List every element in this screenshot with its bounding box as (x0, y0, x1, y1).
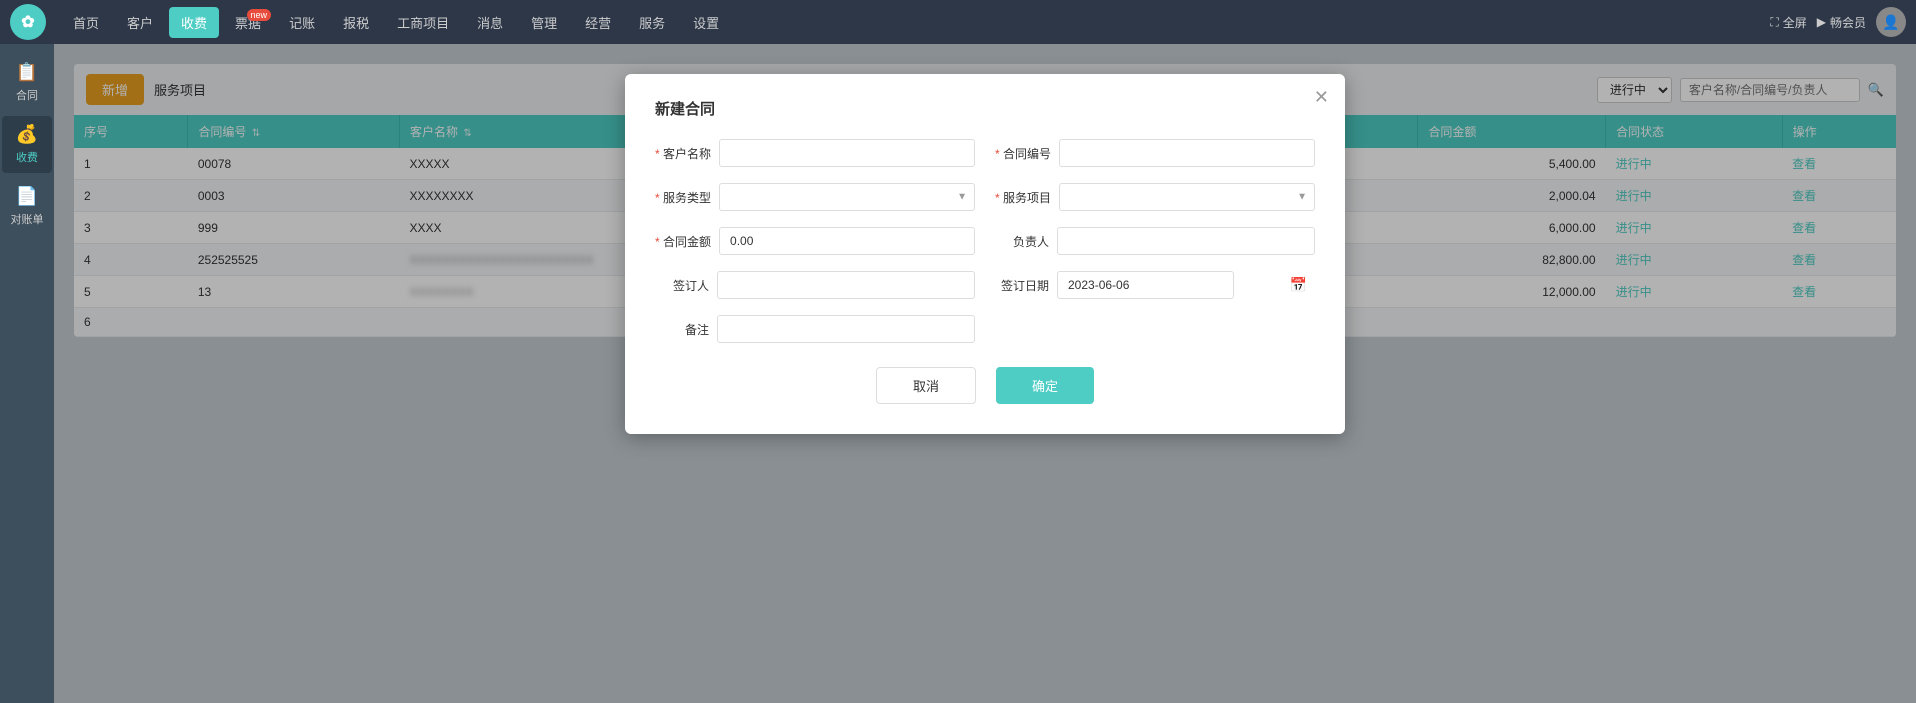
sign-date-input[interactable] (1057, 271, 1234, 299)
sign-date-wrap: 📅 (1057, 271, 1315, 299)
modal-title: 新建合同 (655, 98, 1315, 119)
user-avatar[interactable]: 👤 (1876, 7, 1906, 37)
app-logo: ✿ (10, 4, 46, 40)
nav-item-tax[interactable]: 报税 (331, 7, 381, 38)
new-badge: new (247, 9, 272, 21)
calendar-icon[interactable]: 📅 (1290, 277, 1307, 294)
service-item-select-wrap: ▼ (1059, 183, 1315, 211)
service-type-group: 服务类型 ▼ (655, 183, 975, 211)
responsible-group: 负责人 (995, 227, 1315, 255)
content-area: 新增 服务项目 进行中 已完成 已终止 🔍 序号 (54, 44, 1916, 703)
nav-item-home[interactable]: 首页 (61, 7, 111, 38)
member-button[interactable]: ▶ 畅会员 (1817, 14, 1866, 31)
fee-icon: 💰 (16, 124, 38, 145)
top-navigation: ✿ 首页 客户 收费 票据 new 记账 报税 工商项目 消息 管理 经营 服务… (0, 0, 1916, 44)
remarks-label: 备注 (655, 321, 709, 338)
service-item-group: 服务项目 ▼ (995, 183, 1315, 211)
signer-group: 签订人 (655, 271, 975, 299)
form-row-1: 客户名称 合同编号 (655, 139, 1315, 167)
form-row-5: 备注 (655, 315, 1315, 343)
sidebar: 📋 合同 💰 收费 📄 对账单 (0, 44, 54, 703)
sidebar-item-statement[interactable]: 📄 对账单 (2, 178, 52, 235)
nav-item-service[interactable]: 服务 (627, 7, 677, 38)
nav-item-bookkeep[interactable]: 记账 (277, 7, 327, 38)
fullscreen-icon: ⛶ (1770, 15, 1778, 30)
nav-item-manage[interactable]: 管理 (519, 7, 569, 38)
confirm-button[interactable]: 确定 (996, 367, 1094, 404)
contract-no-label: 合同编号 (995, 145, 1051, 162)
statement-icon: 📄 (16, 186, 38, 207)
sidebar-item-fee[interactable]: 💰 收费 (2, 116, 52, 173)
remarks-spacer (995, 315, 1315, 343)
new-contract-modal: 新建合同 ✕ 客户名称 合同编号 服务类型 (625, 74, 1345, 434)
signer-label: 签订人 (655, 277, 709, 294)
service-item-label: 服务项目 (995, 189, 1051, 206)
main-layout: 📋 合同 💰 收费 📄 对账单 新增 服务项目 进行中 已完成 已终 (0, 44, 1916, 703)
service-item-select[interactable] (1059, 183, 1315, 211)
customer-name-label: 客户名称 (655, 145, 711, 162)
nav-item-invoice[interactable]: 票据 new (223, 7, 273, 38)
service-type-select-wrap: ▼ (719, 183, 975, 211)
responsible-input[interactable] (1057, 227, 1315, 255)
contract-icon: 📋 (16, 62, 38, 83)
modal-close-button[interactable]: ✕ (1314, 88, 1329, 106)
service-type-select[interactable] (719, 183, 975, 211)
sign-date-label: 签订日期 (995, 277, 1049, 294)
nav-item-message[interactable]: 消息 (465, 7, 515, 38)
sidebar-item-contract[interactable]: 📋 合同 (2, 54, 52, 111)
contract-amount-group: 合同金额 (655, 227, 975, 255)
customer-name-group: 客户名称 (655, 139, 975, 167)
contract-amount-label: 合同金额 (655, 233, 711, 250)
form-row-3: 合同金额 负责人 (655, 227, 1315, 255)
play-icon: ▶ (1817, 15, 1826, 29)
service-type-label: 服务类型 (655, 189, 711, 206)
form-row-2: 服务类型 ▼ 服务项目 (655, 183, 1315, 211)
nav-menu: 首页 客户 收费 票据 new 记账 报税 工商项目 消息 管理 经营 服务 设… (61, 7, 1770, 38)
contract-no-input[interactable] (1059, 139, 1315, 167)
nav-right-area: ⛶ 全屏 ▶ 畅会员 👤 (1770, 7, 1906, 37)
contract-amount-input[interactable] (719, 227, 975, 255)
form-row-4: 签订人 签订日期 📅 (655, 271, 1315, 299)
responsible-label: 负责人 (995, 233, 1049, 250)
nav-item-setting[interactable]: 设置 (681, 7, 731, 38)
sign-date-group: 签订日期 📅 (995, 271, 1315, 299)
customer-name-input[interactable] (719, 139, 975, 167)
modal-overlay: 新建合同 ✕ 客户名称 合同编号 服务类型 (54, 44, 1916, 703)
nav-item-business[interactable]: 工商项目 (385, 7, 461, 38)
contract-no-group: 合同编号 (995, 139, 1315, 167)
nav-item-customer[interactable]: 客户 (115, 7, 165, 38)
nav-item-fee[interactable]: 收费 (169, 7, 219, 38)
nav-item-operation[interactable]: 经营 (573, 7, 623, 38)
signer-input[interactable] (717, 271, 975, 299)
cancel-button[interactable]: 取消 (876, 367, 976, 404)
fullscreen-button[interactable]: ⛶ 全屏 (1770, 14, 1806, 31)
remarks-group: 备注 (655, 315, 975, 343)
modal-footer: 取消 确定 (655, 367, 1315, 404)
remarks-input[interactable] (717, 315, 975, 343)
